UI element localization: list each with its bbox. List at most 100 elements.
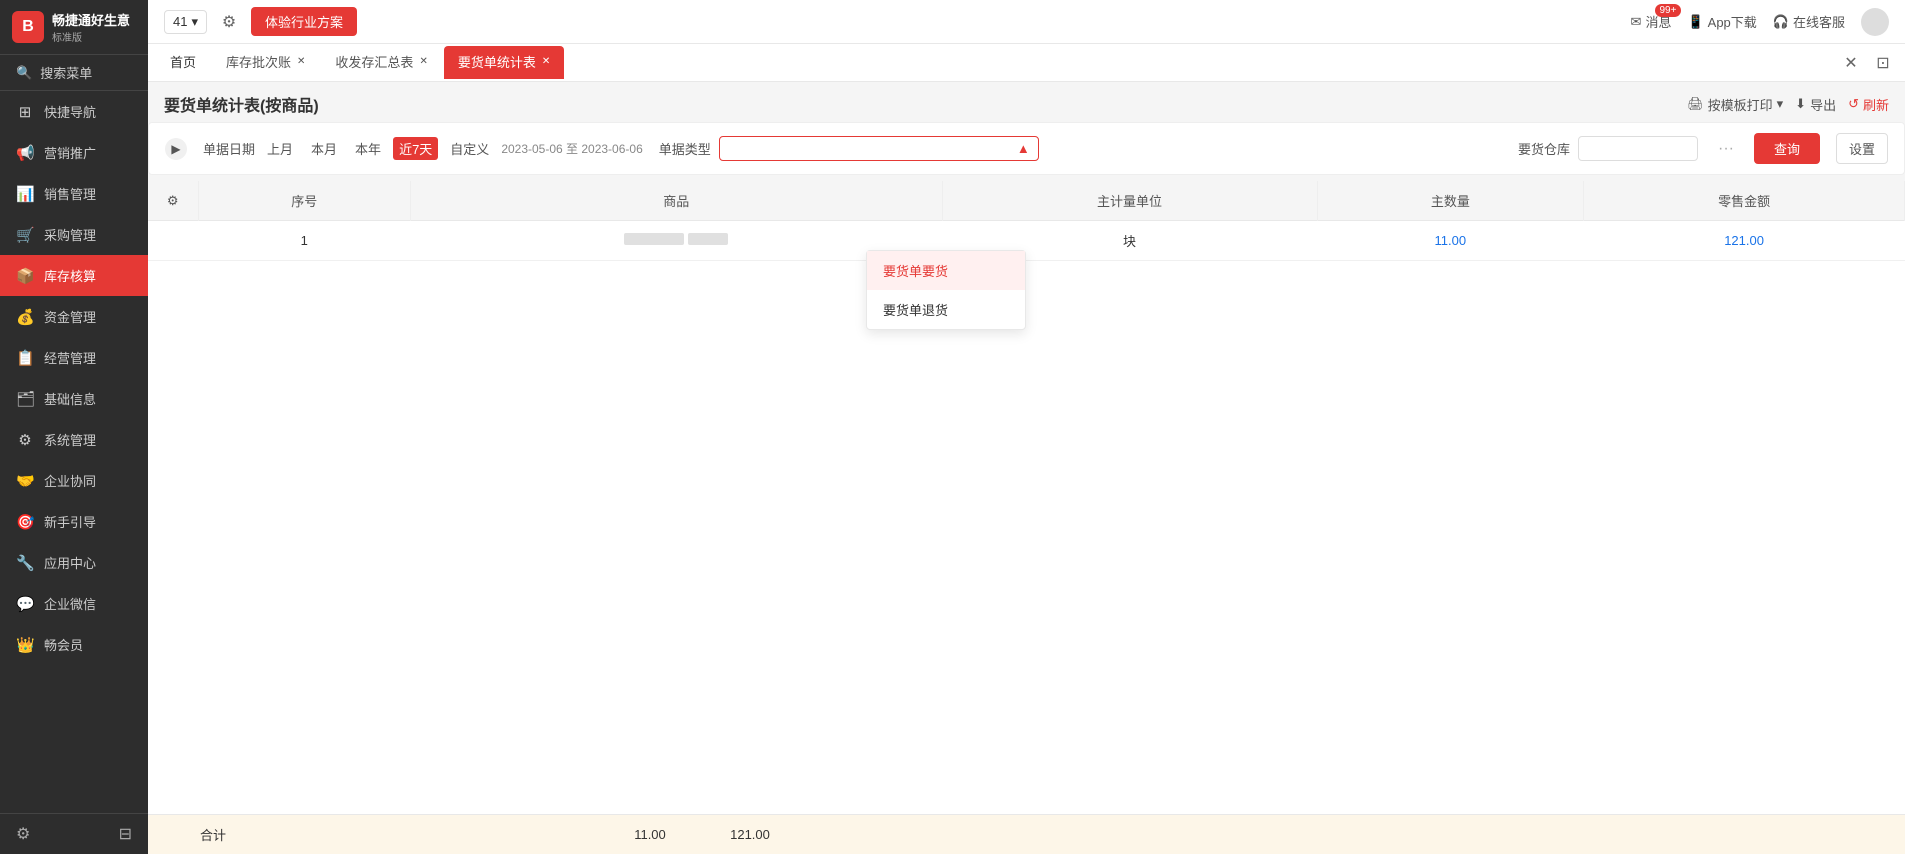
settings-icon[interactable]: ⚙ (16, 824, 30, 844)
sidebar-item-system[interactable]: ⚙ 系统管理 (0, 419, 148, 460)
product-placeholder-2 (688, 233, 728, 245)
page-header: 要货单统计表(按商品) 🖨 按模板打印 ▾ ⬇ 导出 ↺ 刷新 (148, 82, 1905, 122)
sidebar-item-operations[interactable]: 📋 经营管理 (0, 337, 148, 378)
sales-icon: 📊 (16, 185, 34, 203)
tab-order-stats-close[interactable]: ✕ (542, 56, 550, 67)
sidebar-item-label: 畅会员 (44, 635, 83, 654)
filter-warehouse-input[interactable] (1578, 136, 1698, 161)
date-btn-last-month[interactable]: 上月 (261, 137, 299, 160)
online-service-button[interactable]: 🎧 在线客服 (1773, 12, 1845, 31)
sidebar-item-inventory[interactable]: 📦 库存核算 (0, 255, 148, 296)
tab-inventory-batch-label: 库存批次账 (226, 52, 291, 71)
filter-type-group: 单据类型 ▲ (659, 136, 1502, 161)
sidebar-item-basic[interactable]: 🗂 基础信息 (0, 378, 148, 419)
date-btn-this-year[interactable]: 本年 (349, 137, 387, 160)
more-filter-button[interactable]: ··· (1714, 140, 1738, 158)
tab-home[interactable]: 首页 (156, 46, 210, 79)
app-download-button[interactable]: 📱 App下载 (1687, 12, 1756, 31)
tab-recv-summary-close[interactable]: ✕ (419, 56, 427, 67)
company-selector[interactable]: 41 ▾ (164, 10, 207, 34)
app-name: 畅捷通好生意 (52, 10, 130, 29)
th-unit: 主计量单位 (942, 181, 1317, 221)
filter-warehouse-label: 要货仓库 (1518, 139, 1570, 158)
avatar[interactable] (1861, 8, 1889, 36)
sidebar-item-wechat[interactable]: 💬 企业微信 (0, 583, 148, 624)
footer-quantity: 11.00 (600, 827, 700, 842)
tabs-bar-actions: ✕ ⊡ (1837, 49, 1897, 77)
dropdown-item-order-return[interactable]: 要货单退货 (867, 290, 1025, 329)
industry-button[interactable]: 体验行业方案 (251, 7, 357, 36)
collapse-icon[interactable]: ⊟ (119, 824, 132, 844)
sidebar-nav: ⊞ 快捷导航 📢 营销推广 📊 销售管理 🛒 采购管理 📦 库存核算 💰 资金管… (0, 91, 148, 813)
sidebar-item-label: 企业微信 (44, 594, 96, 613)
sidebar-title-group: 畅捷通好生意 标准版 (52, 10, 130, 44)
dropdown-item-order-single-label: 要货单要货 (883, 264, 948, 279)
sidebar-item-finance[interactable]: 💰 资金管理 (0, 296, 148, 337)
sidebar-item-enterprise[interactable]: 🤝 企业协同 (0, 460, 148, 501)
date-btn-this-month[interactable]: 本月 (305, 137, 343, 160)
sidebar-item-label: 经营管理 (44, 348, 96, 367)
print-label: 按模板打印 (1708, 95, 1773, 114)
topbar: 41 ▾ ⚙ 体验行业方案 ✉ 消息 99+ 📱 App下载 🎧 在线客服 (148, 0, 1905, 44)
messages-button[interactable]: ✉ 消息 99+ (1631, 12, 1672, 31)
sidebar-item-marketing[interactable]: 📢 营销推广 (0, 132, 148, 173)
sidebar-item-label: 企业协同 (44, 471, 96, 490)
tab-order-stats-label: 要货单统计表 (458, 52, 536, 71)
td-product (410, 221, 942, 261)
warehouse-value (1587, 141, 1591, 156)
filter-type-input[interactable]: ▲ (719, 136, 1039, 161)
app-download-icon: 📱 (1687, 14, 1703, 30)
dropdown-item-order-single[interactable]: 要货单要货 (867, 251, 1025, 290)
filter-type-arrow-icon: ▲ (1017, 141, 1030, 156)
topbar-settings-button[interactable]: ⚙ (215, 8, 243, 36)
th-settings[interactable]: ⚙ (148, 181, 198, 221)
th-amount: 零售金额 (1584, 181, 1905, 221)
refresh-icon: ↺ (1848, 96, 1859, 112)
td-empty (148, 221, 198, 261)
tab-recv-summary[interactable]: 收发存汇总表 ✕ (321, 46, 441, 79)
sidebar-item-appCenter[interactable]: 🔧 应用中心 (0, 542, 148, 583)
sidebar-item-guide[interactable]: 🎯 新手引导 (0, 501, 148, 542)
sidebar-item-label: 基础信息 (44, 389, 96, 408)
member-icon: 👑 (16, 636, 34, 654)
tabs-restore-button[interactable]: ⊡ (1869, 49, 1897, 77)
tab-order-stats[interactable]: 要货单统计表 ✕ (444, 46, 564, 79)
footer-amount: 121.00 (700, 827, 800, 842)
content: 要货单统计表(按商品) 🖨 按模板打印 ▾ ⬇ 导出 ↺ 刷新 ▶ (148, 82, 1905, 854)
appCenter-icon: 🔧 (16, 554, 34, 572)
system-icon: ⚙ (16, 431, 34, 449)
refresh-button[interactable]: ↺ 刷新 (1848, 95, 1889, 114)
table-row: 1 块 11.00 121.00 (148, 221, 1905, 261)
tabs-close-all-button[interactable]: ✕ (1837, 49, 1865, 77)
column-settings-icon: ⚙ (167, 193, 179, 208)
quantity-link[interactable]: 11.00 (1435, 233, 1467, 248)
sidebar-item-quick-nav[interactable]: ⊞ 快捷导航 (0, 91, 148, 132)
sidebar-item-purchase[interactable]: 🛒 采购管理 (0, 214, 148, 255)
inventory-icon: 📦 (16, 267, 34, 285)
purchase-icon: 🛒 (16, 226, 34, 244)
service-icon: 🎧 (1773, 14, 1789, 30)
td-no: 1 (198, 221, 410, 261)
sidebar-item-member[interactable]: 👑 畅会员 (0, 624, 148, 665)
filter-type-label: 单据类型 (659, 139, 711, 158)
export-button[interactable]: ⬇ 导出 (1795, 95, 1836, 114)
td-amount: 121.00 (1584, 221, 1905, 261)
filter-expand-button[interactable]: ▶ (165, 138, 187, 160)
date-btn-7days[interactable]: 近7天 (393, 137, 438, 160)
tab-inventory-batch[interactable]: 库存批次账 ✕ (212, 46, 319, 79)
th-quantity: 主数量 (1317, 181, 1584, 221)
print-button[interactable]: 🖨 按模板打印 ▾ (1687, 95, 1783, 114)
settings-action-button[interactable]: 设置 (1836, 133, 1888, 164)
sidebar-item-sales[interactable]: 📊 销售管理 (0, 173, 148, 214)
data-table: ⚙ 序号 商品 主计量单位 主数量 零售金额 1 (148, 181, 1905, 261)
filter-bar: ▶ 单据日期 上月 本月 本年 近7天 自定义 2023-05-06 至 202… (148, 122, 1905, 175)
export-label: 导出 (1810, 95, 1836, 114)
footer-label: 合计 (160, 825, 360, 844)
date-btn-custom[interactable]: 自定义 (444, 137, 495, 160)
tab-inventory-batch-close[interactable]: ✕ (297, 56, 305, 67)
sidebar-search[interactable]: 🔍 搜索菜单 (0, 55, 148, 91)
query-button[interactable]: 查询 (1754, 133, 1820, 164)
sidebar: B 畅捷通好生意 标准版 🔍 搜索菜单 ⊞ 快捷导航 📢 营销推广 📊 销售管理… (0, 0, 148, 854)
online-service-label: 在线客服 (1793, 12, 1845, 31)
amount-link[interactable]: 121.00 (1724, 233, 1764, 248)
